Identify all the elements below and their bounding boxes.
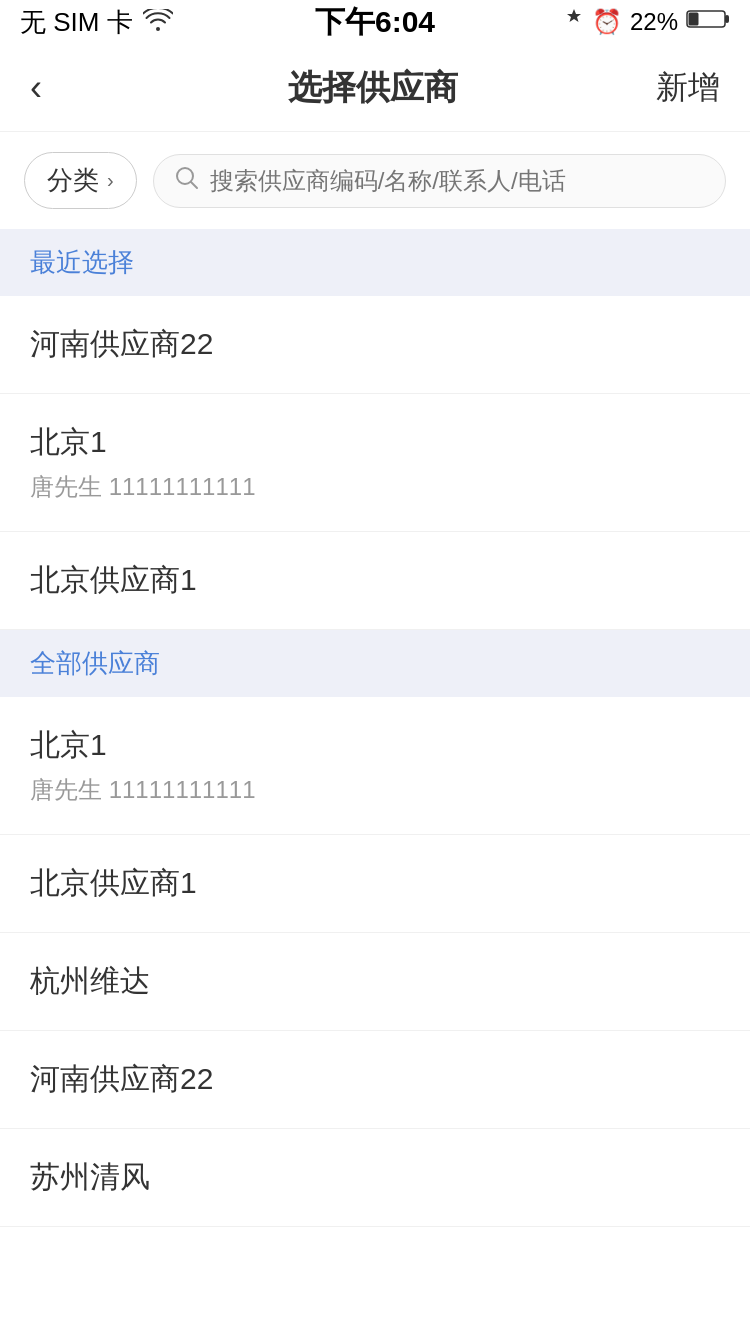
nav-bar: ‹ 选择供应商 新增 [0,44,750,132]
list-item[interactable]: 北京供应商1 [0,532,750,630]
add-button[interactable]: 新增 [656,66,720,110]
item-sub: 唐先生 11111111111 [30,774,720,806]
content-list: 最近选择河南供应商22 北京1 唐先生 11111111111 北京供应商1 全部供应商… [0,229,750,1227]
status-right: ⏰ 22% [564,8,730,36]
item-name: 河南供应商22 [30,324,720,365]
item-name: 北京供应商1 [30,863,720,904]
wifi-icon [143,7,173,38]
section-header-0: 最近选择 [0,229,750,296]
search-icon [174,165,200,197]
item-sub: 唐先生 11111111111 [30,471,720,503]
item-name: 北京供应商1 [30,560,720,601]
list-item[interactable]: 河南供应商22 [0,296,750,394]
item-name: 河南供应商22 [30,1059,720,1100]
list-item[interactable]: 苏州清风 [0,1129,750,1227]
back-button[interactable]: ‹ [30,67,90,109]
list-item[interactable]: 北京供应商1 [0,835,750,933]
item-name: 杭州维达 [30,961,720,1002]
item-name: 苏州清风 [30,1157,720,1198]
list-item[interactable]: 北京1 唐先生 11111111111 [0,697,750,835]
search-box[interactable] [153,154,726,208]
list-item[interactable]: 杭州维达 [0,933,750,1031]
category-button[interactable]: 分类 › [24,152,137,209]
battery-icon [686,8,730,36]
list-item[interactable]: 河南供应商22 [0,1031,750,1129]
category-label: 分类 [47,163,99,198]
status-time: 下午6:04 [315,2,435,43]
svg-rect-1 [725,15,729,23]
status-bar: 无 SIM 卡 下午6:04 ⏰ 22% [0,0,750,44]
carrier-text: 无 SIM 卡 [20,5,133,40]
filter-bar: 分类 › [0,132,750,229]
list-item[interactable]: 北京1 唐先生 11111111111 [0,394,750,532]
section-header-1: 全部供应商 [0,630,750,697]
item-name: 北京1 [30,422,720,463]
svg-rect-2 [689,13,699,26]
chevron-icon: › [107,169,114,192]
battery-text: 22% [630,8,678,36]
search-input[interactable] [210,167,705,195]
alarm-icon: ⏰ [592,8,622,36]
item-name: 北京1 [30,725,720,766]
status-left: 无 SIM 卡 [20,5,173,40]
location-icon [564,8,584,36]
page-title: 选择供应商 [288,65,458,111]
